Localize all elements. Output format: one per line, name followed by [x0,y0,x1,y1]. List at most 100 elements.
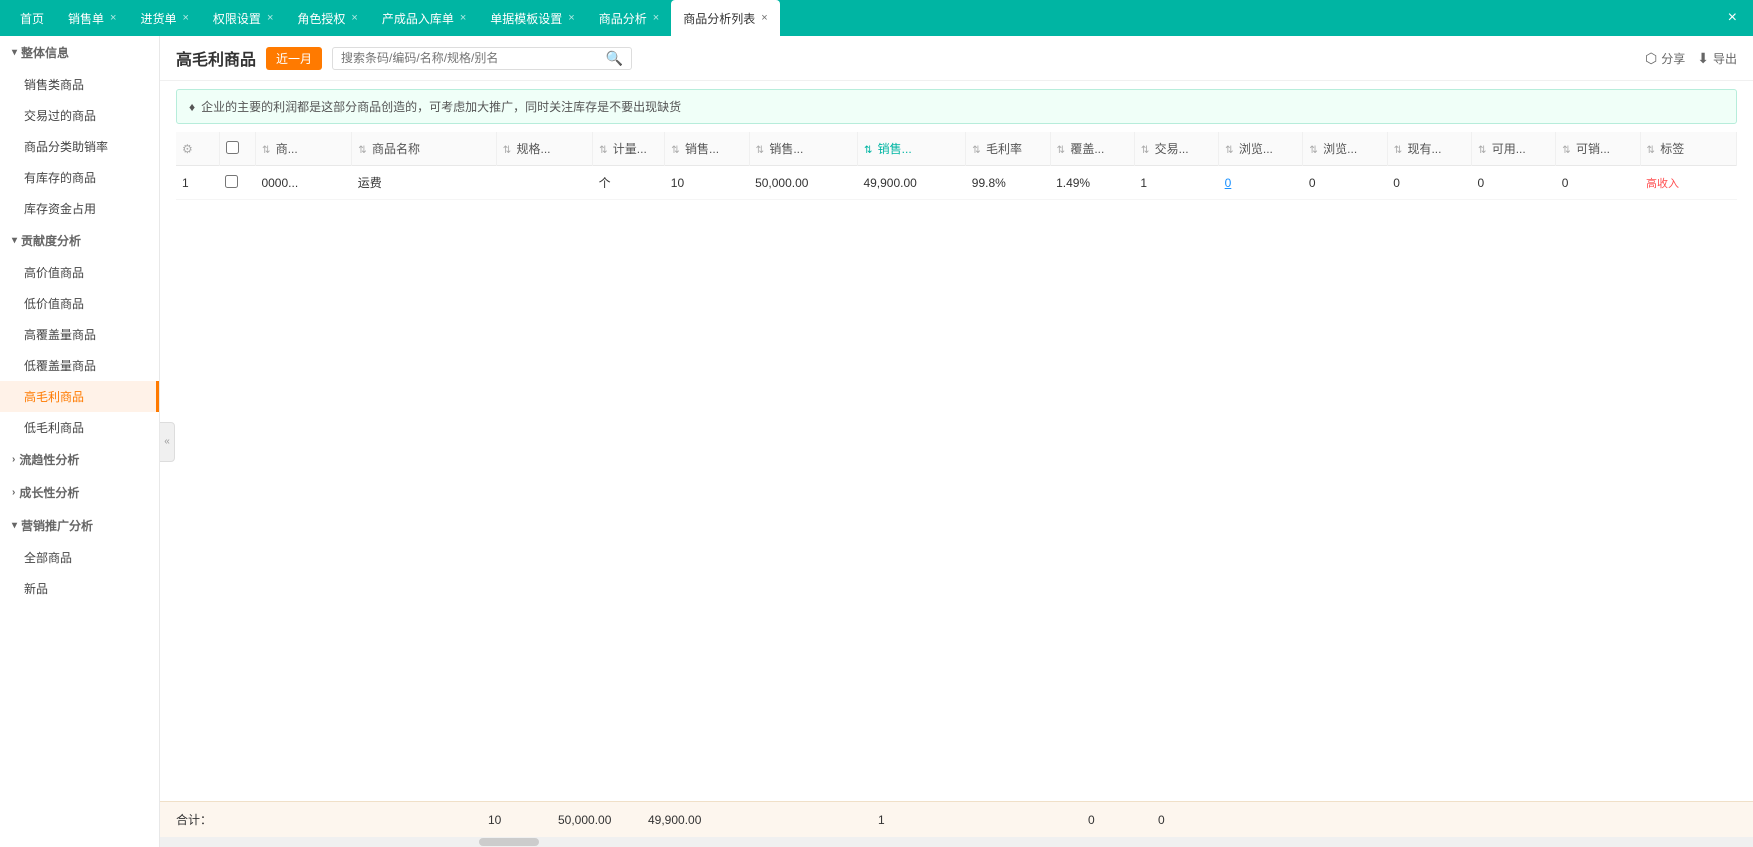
sidebar-collapse-button[interactable]: « [160,422,175,462]
sidebar-item-stock-capital[interactable]: 库存资金占用 [0,193,159,224]
sidebar-item-low-coverage[interactable]: 低覆盖量商品 [0,350,159,381]
col-header-trade: ⇅ 交易... [1134,132,1218,166]
footer-values: 10 50,000.00 49,900.00 1 0 0 [236,813,1737,827]
footer-sales-qty: 10 [482,813,552,827]
row-unit: 个 [593,166,665,200]
header-actions: ⬡ 分享 ⬇ 导出 [1645,50,1737,67]
nav-purchase-order[interactable]: 进货单 × [128,0,200,36]
footer-available: 0 [1152,813,1222,827]
close-product-stock-icon[interactable]: × [460,12,466,24]
export-icon: ⬇ [1697,50,1709,67]
footer-spacer [236,813,482,827]
row-spec [496,166,592,200]
nav-permissions[interactable]: 权限设置 × [201,0,285,36]
sidebar-group-growth[interactable]: › 成长性分析 [0,476,159,509]
sort-icon: ⇅ [1225,145,1233,156]
sort-icon: ⇅ [1057,145,1065,156]
browse1-link[interactable]: 0 [1225,176,1232,190]
close-product-analysis-icon[interactable]: × [653,12,659,24]
close-template-settings-icon[interactable]: × [568,12,574,24]
table-header-row: ⚙ ⇅ 商... ⇅ 商品名称 [176,132,1737,166]
filter-recent-month-button[interactable]: 近一月 [266,47,322,70]
scrollbar-thumb[interactable] [479,838,539,846]
nav-product-stock[interactable]: 产成品入库单 × [370,0,478,36]
col-header-sales-profit: ⇅ 销售... [857,132,965,166]
sidebar-item-in-stock[interactable]: 有库存的商品 [0,162,159,193]
nav-product-analysis[interactable]: 商品分析 × [587,0,671,36]
sort-icon: ⇅ [1309,145,1317,156]
col-header-tag: ⇅ 标签 [1640,132,1736,166]
sidebar-item-category-assist[interactable]: 商品分类助销率 [0,131,159,162]
nav-sales-order[interactable]: 销售单 × [56,0,128,36]
horizontal-scrollbar[interactable] [160,837,1753,847]
sidebar-group-contribution[interactable]: ▾ 贡献度分析 [0,224,159,257]
nav-template-settings[interactable]: 单据模板设置 × [478,0,586,36]
sort-icon: ⇅ [503,145,511,156]
sidebar-item-sales-goods[interactable]: 销售类商品 [0,69,159,100]
window-close-button[interactable]: × [1728,9,1745,27]
sidebar-group-trend[interactable]: › 流趋性分析 [0,443,159,476]
sort-icon: ⇅ [864,145,872,156]
sort-icon: ⇅ [1562,145,1570,156]
close-purchase-order-icon[interactable]: × [182,12,188,24]
chevron-left-icon: « [164,436,170,447]
row-sales-qty: 10 [665,166,749,200]
close-product-analysis-list-icon[interactable]: × [761,12,767,24]
info-banner: ♦ 企业的主要的利润都是这部分商品创造的，可考虑加大推广，同时关注库存是不要出现… [176,89,1737,124]
share-button[interactable]: ⬡ 分享 [1645,50,1685,67]
row-sales-profit: 49,900.00 [857,166,965,200]
footer-totals: 合计： 10 50,000.00 49,900.00 1 0 0 [160,801,1753,837]
sort-icon: ⇅ [599,145,607,156]
chevron-down-icon: ▾ [12,520,17,531]
sidebar-item-high-value[interactable]: 高价值商品 [0,257,159,288]
data-table: ⚙ ⇅ 商... ⇅ 商品名称 [176,132,1737,200]
row-num: 1 [176,166,219,200]
sidebar-item-high-coverage[interactable]: 高覆盖量商品 [0,319,159,350]
select-all-checkbox[interactable] [226,141,239,154]
nav-role-auth[interactable]: 角色授权 × [285,0,369,36]
sort-icon: ⇅ [671,145,679,156]
settings-icon[interactable]: ⚙ [182,142,193,156]
col-header-settings[interactable]: ⚙ [176,132,219,166]
search-box: 🔍 [332,47,632,70]
col-header-coverage: ⇅ 覆盖... [1050,132,1134,166]
row-coverage: 1.49% [1050,166,1134,200]
col-header-unit: ⇅ 计量... [593,132,665,166]
chevron-right-icon: › [12,487,15,498]
footer-margin [732,813,802,827]
content-area: « 高毛利商品 近一月 🔍 ⬡ 分享 ⬇ 导出 ♦ [160,36,1753,847]
row-sales-amount: 50,000.00 [749,166,857,200]
close-permissions-icon[interactable]: × [267,12,273,24]
nav-home[interactable]: 首页 [8,0,56,36]
search-icon[interactable]: 🔍 [606,50,623,67]
footer-sales-amount: 50,000.00 [552,813,642,827]
sidebar-item-new-goods[interactable]: 新品 [0,573,159,604]
share-icon: ⬡ [1645,50,1657,67]
col-header-spec: ⇅ 规格... [496,132,592,166]
close-role-auth-icon[interactable]: × [351,12,357,24]
export-button[interactable]: ⬇ 导出 [1697,50,1737,67]
sidebar-group-marketing[interactable]: ▾ 营销推广分析 [0,509,159,542]
sidebar: ▾ 整体信息 销售类商品 交易过的商品 商品分类助销率 有库存的商品 库存资金占… [0,36,160,847]
footer-browse2 [1012,813,1082,827]
sidebar-item-high-margin[interactable]: 高毛利商品 [0,381,159,412]
row-browse1: 0 [1219,166,1303,200]
footer-stock: 0 [1082,813,1152,827]
sort-icon: ⇅ [1141,145,1149,156]
search-input[interactable] [341,51,602,65]
row-checkbox[interactable] [219,166,255,200]
row-select-checkbox[interactable] [225,175,238,188]
sort-icon: ⇅ [756,145,764,156]
col-header-checkbox[interactable] [219,132,255,166]
table-container[interactable]: ⚙ ⇅ 商... ⇅ 商品名称 [160,132,1753,801]
close-sales-order-icon[interactable]: × [110,12,116,24]
top-navigation: 首页 销售单 × 进货单 × 权限设置 × 角色授权 × 产成品入库单 × 单据… [0,0,1753,36]
row-trade: 1 [1134,166,1218,200]
nav-product-analysis-list[interactable]: 商品分析列表 × [671,0,779,36]
chevron-right-icon: › [12,454,15,465]
sidebar-item-low-margin[interactable]: 低毛利商品 [0,412,159,443]
sidebar-item-low-value[interactable]: 低价值商品 [0,288,159,319]
sidebar-item-traded-goods[interactable]: 交易过的商品 [0,100,159,131]
sidebar-group-overall[interactable]: ▾ 整体信息 [0,36,159,69]
sidebar-item-all-goods[interactable]: 全部商品 [0,542,159,573]
